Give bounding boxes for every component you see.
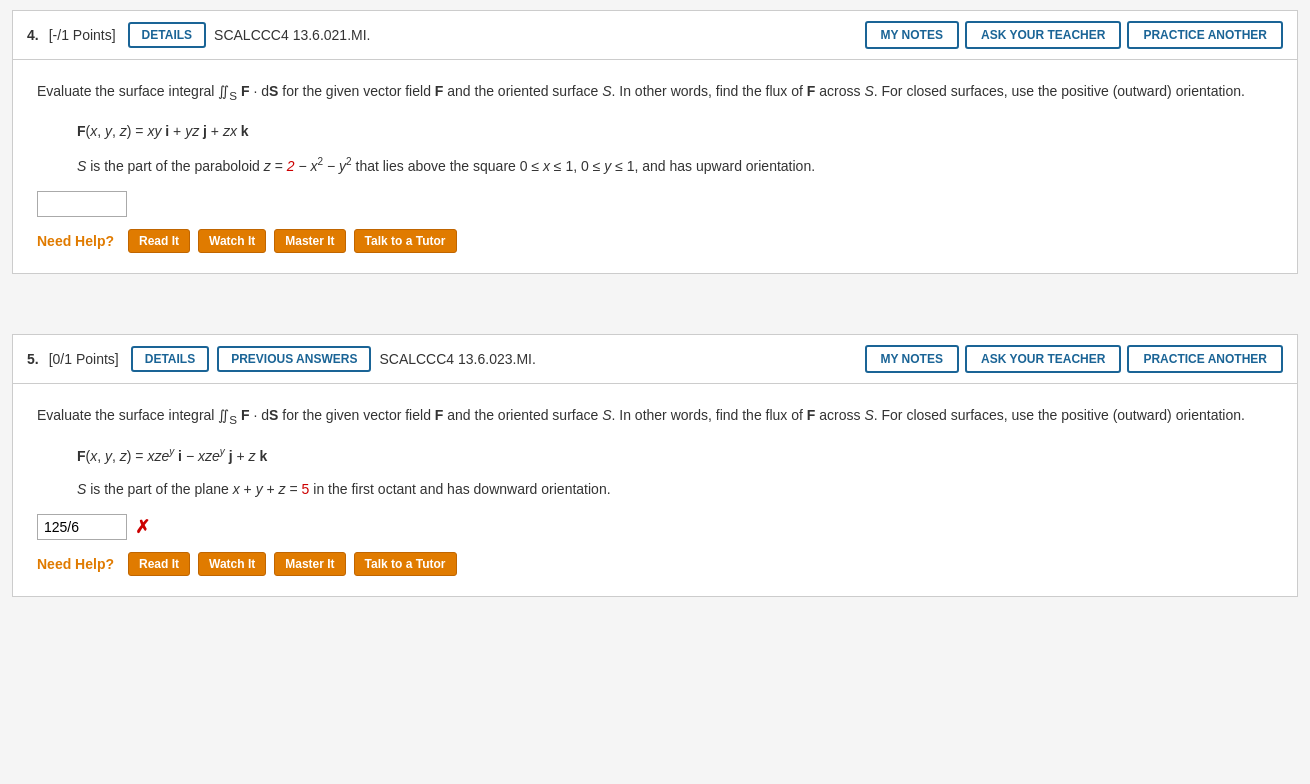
question-5-surface: S is the part of the plane x + y + z = 5… xyxy=(77,477,1273,502)
question-4-my-notes-button[interactable]: MY NOTES xyxy=(865,21,959,49)
question-5-code: SCALCCC4 13.6.023.MI. xyxy=(379,351,864,367)
question-4-need-help-label: Need Help? xyxy=(37,233,114,249)
question-4-field: F(x, y, z) = xy i + yz j + zx k xyxy=(77,119,1273,144)
question-4-answer-input[interactable] xyxy=(37,191,127,217)
question-5-answer-input[interactable] xyxy=(37,514,127,540)
question-4-practice-button[interactable]: PRACTICE ANOTHER xyxy=(1127,21,1283,49)
question-5-practice-button[interactable]: PRACTICE ANOTHER xyxy=(1127,345,1283,373)
question-5-number: 5. xyxy=(27,351,39,367)
question-5-my-notes-button[interactable]: MY NOTES xyxy=(865,345,959,373)
question-4-number: 4. xyxy=(27,27,39,43)
question-5-header-buttons: MY NOTES ASK YOUR TEACHER PRACTICE ANOTH… xyxy=(865,345,1284,373)
question-5-ask-teacher-button[interactable]: ASK YOUR TEACHER xyxy=(965,345,1121,373)
question-5-header: 5. [0/1 Points] DETAILS PREVIOUS ANSWERS… xyxy=(13,335,1297,384)
question-4-need-help-row: Need Help? Read It Watch It Master It Ta… xyxy=(37,229,1273,253)
question-4: 4. [-/1 Points] DETAILS SCALCCC4 13.6.02… xyxy=(12,10,1298,274)
question-4-details-button[interactable]: DETAILS xyxy=(128,22,206,48)
question-4-talk-tutor-button[interactable]: Talk to a Tutor xyxy=(354,229,457,253)
question-4-master-it-button[interactable]: Master It xyxy=(274,229,345,253)
question-5-watch-it-button[interactable]: Watch It xyxy=(198,552,266,576)
spacer xyxy=(0,284,1310,304)
question-4-points: [-/1 Points] xyxy=(49,27,116,43)
question-4-read-it-button[interactable]: Read It xyxy=(128,229,190,253)
question-5-talk-tutor-button[interactable]: Talk to a Tutor xyxy=(354,552,457,576)
question-5-need-help-label: Need Help? xyxy=(37,556,114,572)
question-5-body: Evaluate the surface integral ∬S F · dS … xyxy=(13,384,1297,597)
question-4-surface: S is the part of the paraboloid z = 2 − … xyxy=(77,153,1273,179)
question-5-prev-answers-button[interactable]: PREVIOUS ANSWERS xyxy=(217,346,371,372)
question-4-text: Evaluate the surface integral ∬S F · dS … xyxy=(37,80,1273,105)
question-5-answer-row: ✗ xyxy=(37,514,1273,540)
question-4-watch-it-button[interactable]: Watch It xyxy=(198,229,266,253)
spacer2 xyxy=(0,304,1310,324)
question-4-ask-teacher-button[interactable]: ASK YOUR TEACHER xyxy=(965,21,1121,49)
question-5-text: Evaluate the surface integral ∬S F · dS … xyxy=(37,404,1273,429)
question-4-header-buttons: MY NOTES ASK YOUR TEACHER PRACTICE ANOTH… xyxy=(865,21,1284,49)
question-5-points: [0/1 Points] xyxy=(49,351,119,367)
question-4-code: SCALCCC4 13.6.021.MI. xyxy=(214,27,864,43)
question-5-wrong-icon: ✗ xyxy=(135,516,150,538)
question-4-body: Evaluate the surface integral ∬S F · dS … xyxy=(13,60,1297,273)
question-5-field: F(x, y, z) = xzey i − xzey j + z k xyxy=(77,443,1273,469)
question-5: 5. [0/1 Points] DETAILS PREVIOUS ANSWERS… xyxy=(12,334,1298,598)
question-5-read-it-button[interactable]: Read It xyxy=(128,552,190,576)
question-5-master-it-button[interactable]: Master It xyxy=(274,552,345,576)
question-5-need-help-row: Need Help? Read It Watch It Master It Ta… xyxy=(37,552,1273,576)
question-4-header: 4. [-/1 Points] DETAILS SCALCCC4 13.6.02… xyxy=(13,11,1297,60)
question-5-details-button[interactable]: DETAILS xyxy=(131,346,209,372)
